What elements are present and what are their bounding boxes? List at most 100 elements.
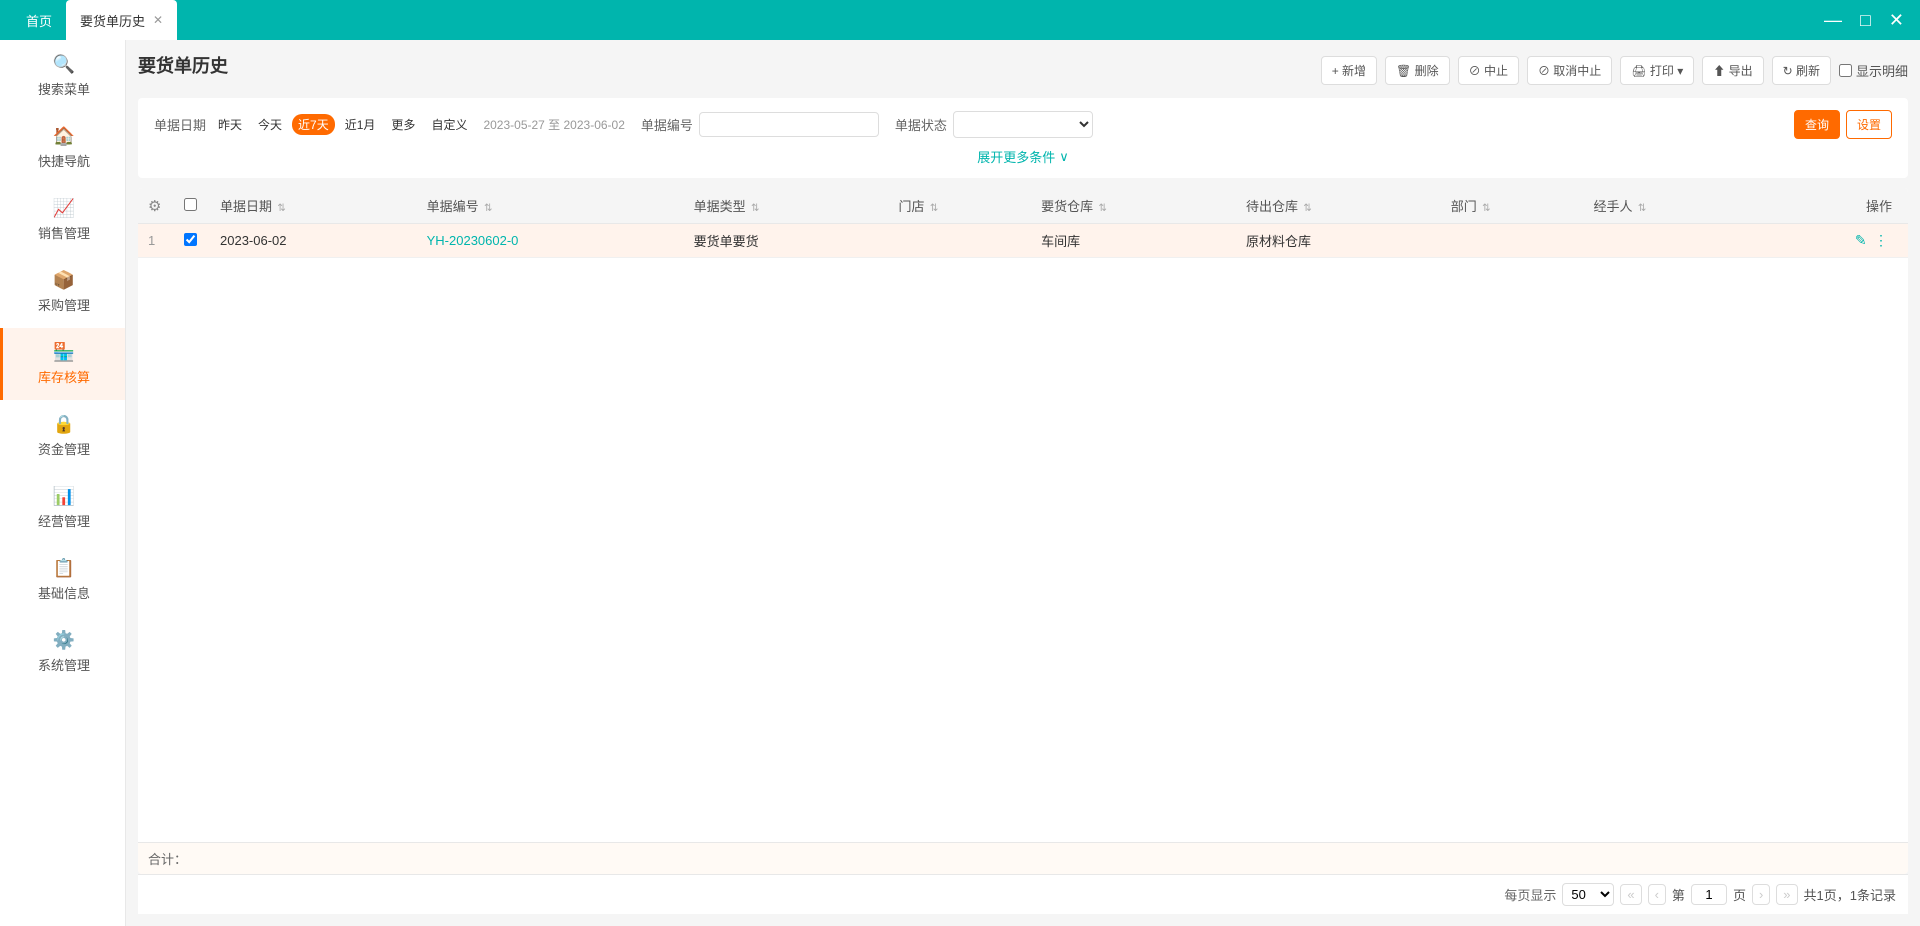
- sidebar-item-search-menu-label: 搜索菜单: [38, 79, 90, 98]
- date-btn-custom[interactable]: 自定义: [425, 114, 473, 135]
- goto-label: 第: [1672, 885, 1685, 904]
- purchase-mgmt-icon: 📦: [53, 270, 75, 291]
- table-body: 1 2023-06-02 YH-20230602-0 要货单要货: [138, 224, 1908, 258]
- date-filter-group: 单据日期 昨天 今天 近7天 近1月 更多 自定义 2023-05-27 至 2…: [154, 114, 625, 135]
- col-doc-type: 单据类型 ⇅: [684, 188, 889, 224]
- sort-store-icon[interactable]: ⇅: [930, 203, 938, 214]
- row-actions-cell: ✎ ⋮: [1757, 224, 1908, 258]
- col-store: 门店 ⇅: [888, 188, 1031, 224]
- sidebar-item-purchase-mgmt[interactable]: 📦 采购管理: [0, 256, 125, 328]
- filter-row: 单据日期 昨天 今天 近7天 近1月 更多 自定义 2023-05-27 至 2…: [154, 110, 1892, 139]
- tab-close-icon[interactable]: ✕: [153, 13, 163, 27]
- inventory-calc-icon: 🏪: [53, 342, 75, 363]
- sidebar-item-quick-nav[interactable]: 🏠 快捷导航: [0, 112, 125, 184]
- delete-button[interactable]: 🗑 删除: [1385, 56, 1450, 85]
- tab-requisition-history[interactable]: 要货单历史 ✕: [66, 0, 177, 40]
- tab-home[interactable]: 首页: [12, 0, 66, 40]
- close-button[interactable]: ✕: [1885, 8, 1908, 33]
- sort-doc-date-icon[interactable]: ⇅: [277, 203, 285, 214]
- row-checkbox-cell: [174, 224, 210, 258]
- refresh-button[interactable]: ↻ 刷新: [1772, 56, 1831, 85]
- date-filter-label: 单据日期: [154, 115, 206, 134]
- sort-department-icon[interactable]: ⇅: [1482, 203, 1490, 214]
- row-number: 1: [148, 233, 155, 248]
- window-controls: — □ ✕: [1820, 8, 1908, 33]
- sidebar-item-sales-mgmt[interactable]: 📈 销售管理: [0, 184, 125, 256]
- sidebar-item-basic-info-label: 基础信息: [38, 583, 90, 602]
- col-actions-label: 操作: [1866, 199, 1892, 214]
- status-filter-group: 单据状态: [895, 111, 1093, 138]
- table-header: ⚙ 单据日期 ⇅ 单据编号 ⇅: [138, 188, 1908, 224]
- sidebar-item-finance-mgmt[interactable]: 🔒 资金管理: [0, 400, 125, 472]
- date-btn-last7days[interactable]: 近7天: [292, 114, 335, 135]
- quick-nav-icon: 🏠: [53, 126, 75, 147]
- expand-more-label: 展开更多条件: [977, 147, 1055, 166]
- footer-label: 合计：: [148, 852, 187, 867]
- row-doc-number[interactable]: YH-20230602-0: [417, 224, 684, 258]
- cancel-stop-button[interactable]: ⊘ 取消中止: [1527, 56, 1612, 85]
- system-mgmt-icon: ⚙️: [53, 630, 75, 651]
- row-checkbox[interactable]: [184, 233, 197, 246]
- col-department: 部门 ⇅: [1441, 188, 1584, 224]
- sort-pending-warehouse-icon[interactable]: ⇅: [1303, 203, 1311, 214]
- doc-number-label: 单据编号: [641, 115, 693, 134]
- date-range-display: 2023-05-27 至 2023-06-02: [483, 116, 624, 133]
- col-doc-number-label: 单据编号: [427, 199, 479, 214]
- column-settings-icon[interactable]: ⚙: [148, 198, 161, 215]
- content-area: 要货单历史 + 新增 🗑 删除 ⊘ 中止 ⊘ 取消中止 🖨 打印 ▾ ⬆ 导出 …: [126, 40, 1920, 926]
- maximize-button[interactable]: □: [1856, 8, 1875, 33]
- date-btn-today[interactable]: 今天: [252, 114, 288, 135]
- page-size-select[interactable]: 20 50 100: [1562, 883, 1614, 906]
- sidebar-item-search-menu[interactable]: 🔍 搜索菜单: [0, 40, 125, 112]
- prev-page-button[interactable]: ‹: [1648, 884, 1666, 905]
- date-btn-yesterday[interactable]: 昨天: [212, 114, 248, 135]
- expand-more-button[interactable]: 展开更多条件 ∨: [154, 147, 1892, 166]
- search-menu-icon: 🔍: [53, 54, 75, 75]
- status-select[interactable]: [953, 111, 1093, 138]
- sidebar-item-system-mgmt[interactable]: ⚙️ 系统管理: [0, 616, 125, 688]
- col-department-label: 部门: [1451, 199, 1477, 214]
- show-detail-checkbox[interactable]: [1839, 64, 1852, 77]
- total-pages-label: 页: [1733, 885, 1746, 904]
- col-doc-number: 单据编号 ⇅: [417, 188, 684, 224]
- col-doc-type-label: 单据类型: [694, 199, 746, 214]
- show-detail-toggle[interactable]: 显示明细: [1839, 61, 1908, 80]
- new-button[interactable]: + 新增: [1321, 56, 1377, 85]
- sort-doc-number-icon[interactable]: ⇅: [484, 203, 492, 214]
- col-pending-warehouse-label: 待出仓库: [1246, 199, 1298, 214]
- sidebar-item-inventory-calc[interactable]: 🏪 库存核算: [0, 328, 125, 400]
- page-number-input[interactable]: [1691, 884, 1727, 905]
- stop-button[interactable]: ⊘ 中止: [1458, 56, 1519, 85]
- select-all-checkbox[interactable]: [184, 198, 197, 211]
- print-button[interactable]: 🖨 打印 ▾: [1620, 56, 1694, 85]
- sidebar-item-ops-mgmt[interactable]: 📊 经营管理: [0, 472, 125, 544]
- last-page-button[interactable]: »: [1776, 884, 1797, 905]
- tab-requisition-history-label: 要货单历史: [80, 11, 145, 30]
- sidebar-item-basic-info[interactable]: 📋 基础信息: [0, 544, 125, 616]
- minimize-button[interactable]: —: [1820, 8, 1846, 33]
- edit-action-icon[interactable]: ✎: [1855, 232, 1867, 248]
- first-page-button[interactable]: «: [1620, 884, 1641, 905]
- row-pending-warehouse: 原材料仓库: [1236, 224, 1441, 258]
- more-action-icon[interactable]: ⋮: [1874, 232, 1888, 248]
- settings-button[interactable]: 设置: [1846, 110, 1892, 139]
- sort-handler-icon[interactable]: ⇅: [1638, 203, 1646, 214]
- sort-req-warehouse-icon[interactable]: ⇅: [1099, 203, 1107, 214]
- main-layout: 🔍 搜索菜单 🏠 快捷导航 📈 销售管理 📦 采购管理 🏪 库存核算 🔒 资金管…: [0, 40, 1920, 926]
- row-req-warehouse: 车间库: [1031, 224, 1236, 258]
- date-btn-last1month[interactable]: 近1月: [339, 114, 382, 135]
- sidebar-item-finance-mgmt-label: 资金管理: [38, 439, 90, 458]
- doc-number-filter-group: 单据编号: [641, 112, 879, 137]
- expand-chevron-icon: ∨: [1059, 149, 1069, 165]
- doc-number-input[interactable]: [699, 112, 879, 137]
- date-btn-more[interactable]: 更多: [385, 114, 421, 135]
- sort-doc-type-icon[interactable]: ⇅: [751, 203, 759, 214]
- export-button[interactable]: ⬆ 导出: [1702, 56, 1763, 85]
- doc-number-link[interactable]: YH-20230602-0: [427, 233, 519, 248]
- query-button[interactable]: 查询: [1794, 110, 1840, 139]
- next-page-button[interactable]: ›: [1752, 884, 1770, 905]
- col-actions: 操作: [1757, 188, 1908, 224]
- col-handler-label: 经手人: [1594, 199, 1633, 214]
- sidebar-item-quick-nav-label: 快捷导航: [38, 151, 90, 170]
- page-size-label: 每页显示: [1504, 885, 1556, 904]
